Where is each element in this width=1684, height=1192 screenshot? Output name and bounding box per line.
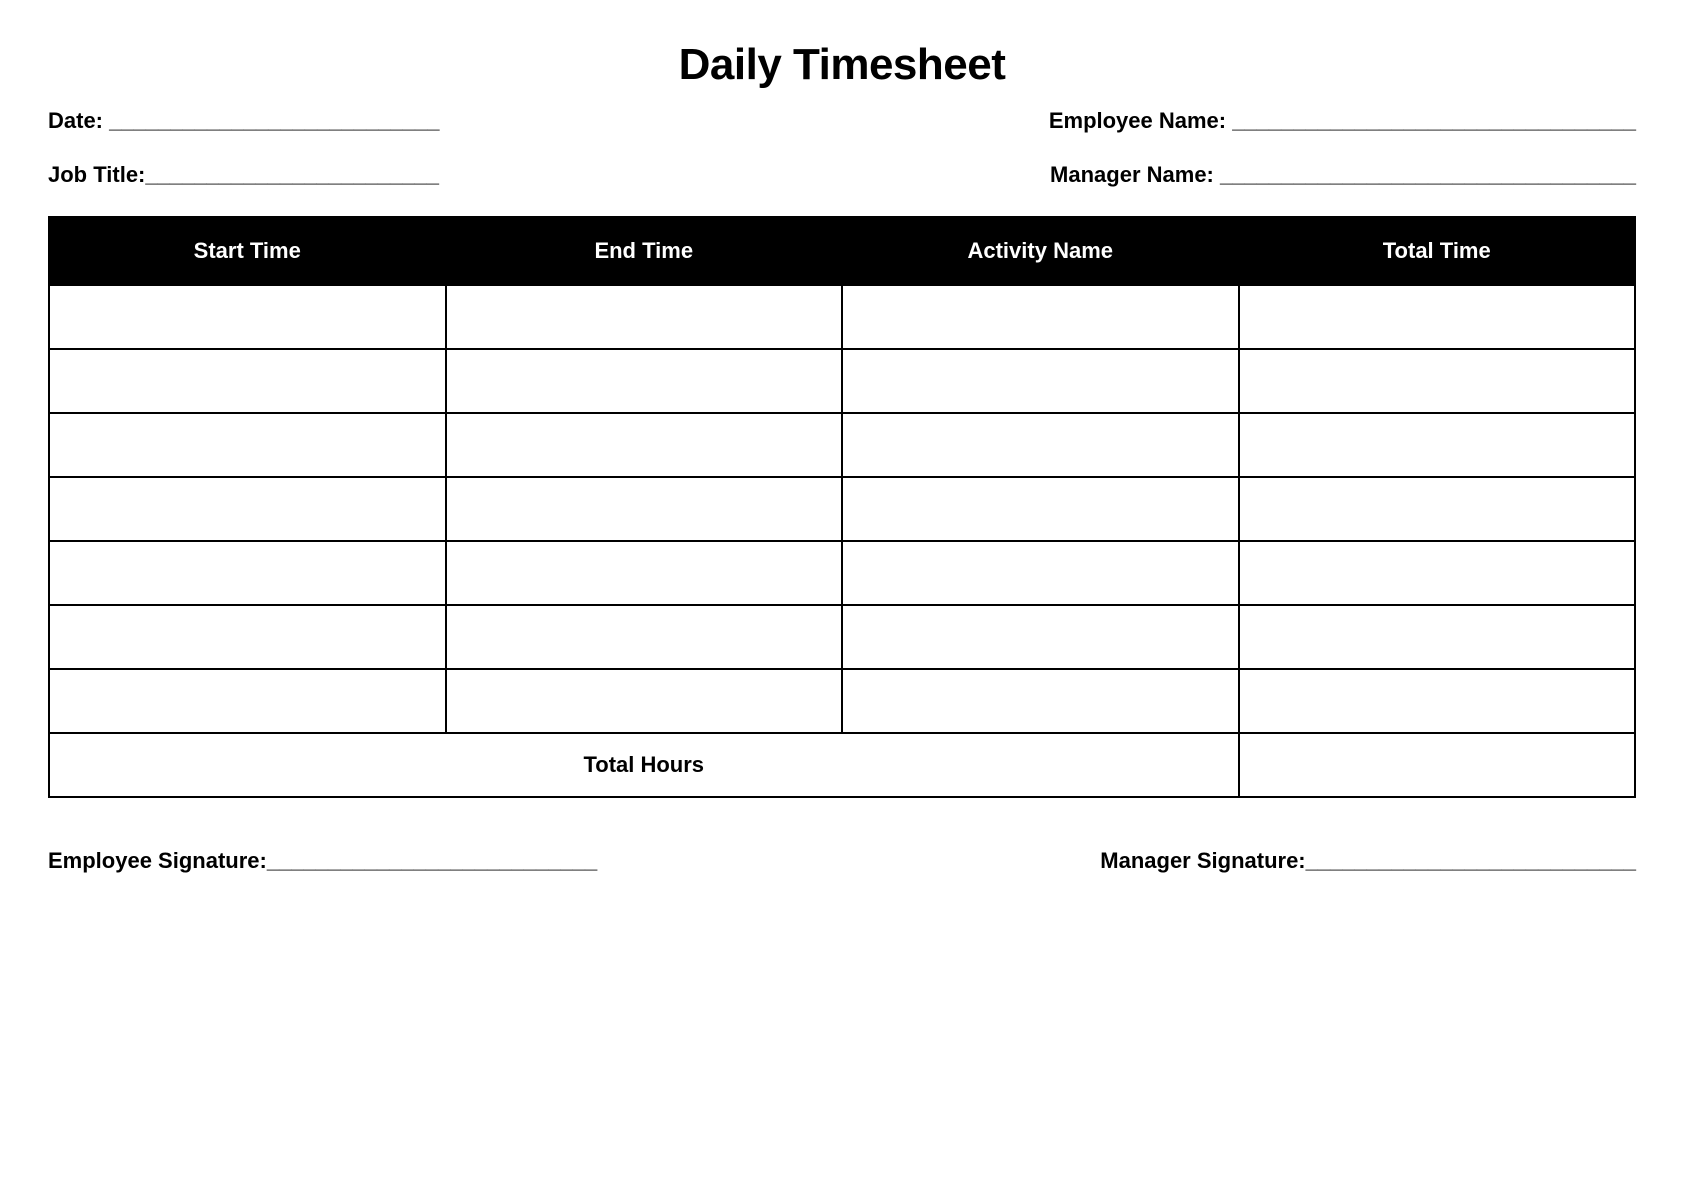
cell-activity-name[interactable]	[842, 285, 1239, 349]
cell-total-time[interactable]	[1239, 477, 1636, 541]
cell-total-time[interactable]	[1239, 541, 1636, 605]
cell-total-time[interactable]	[1239, 669, 1636, 733]
total-hours-value[interactable]	[1239, 733, 1636, 797]
header-row-1: Date: ___________________________ Employ…	[48, 108, 1636, 134]
header-activity-name: Activity Name	[842, 217, 1239, 285]
cell-end-time[interactable]	[446, 285, 843, 349]
manager-signature-field[interactable]: Manager Signature:______________________…	[1100, 848, 1636, 874]
cell-activity-name[interactable]	[842, 349, 1239, 413]
header-end-time: End Time	[446, 217, 843, 285]
table-row	[49, 349, 1635, 413]
cell-start-time[interactable]	[49, 669, 446, 733]
table-row	[49, 541, 1635, 605]
cell-end-time[interactable]	[446, 669, 843, 733]
table-row	[49, 477, 1635, 541]
total-hours-label: Total Hours	[49, 733, 1239, 797]
cell-activity-name[interactable]	[842, 541, 1239, 605]
document-title: Daily Timesheet	[48, 40, 1636, 90]
cell-end-time[interactable]	[446, 605, 843, 669]
table-row	[49, 669, 1635, 733]
table-row	[49, 285, 1635, 349]
employee-signature-field[interactable]: Employee Signature:_____________________…	[48, 848, 597, 874]
table-row	[49, 413, 1635, 477]
employee-name-field[interactable]: Employee Name: _________________________…	[1049, 108, 1636, 134]
cell-end-time[interactable]	[446, 349, 843, 413]
header-start-time: Start Time	[49, 217, 446, 285]
cell-start-time[interactable]	[49, 605, 446, 669]
cell-total-time[interactable]	[1239, 413, 1636, 477]
cell-activity-name[interactable]	[842, 605, 1239, 669]
cell-end-time[interactable]	[446, 413, 843, 477]
cell-start-time[interactable]	[49, 285, 446, 349]
cell-activity-name[interactable]	[842, 413, 1239, 477]
cell-start-time[interactable]	[49, 413, 446, 477]
cell-start-time[interactable]	[49, 349, 446, 413]
timesheet-table: Start Time End Time Activity Name Total …	[48, 216, 1636, 798]
header-row-2: Job Title:________________________ Manag…	[48, 162, 1636, 188]
cell-total-time[interactable]	[1239, 349, 1636, 413]
cell-start-time[interactable]	[49, 541, 446, 605]
cell-activity-name[interactable]	[842, 669, 1239, 733]
signatures-row: Employee Signature:_____________________…	[48, 848, 1636, 874]
date-field[interactable]: Date: ___________________________	[48, 108, 439, 134]
cell-start-time[interactable]	[49, 477, 446, 541]
manager-name-field[interactable]: Manager Name: __________________________…	[1050, 162, 1636, 188]
header-total-time: Total Time	[1239, 217, 1636, 285]
cell-end-time[interactable]	[446, 477, 843, 541]
table-row	[49, 605, 1635, 669]
table-header-row: Start Time End Time Activity Name Total …	[49, 217, 1635, 285]
cell-total-time[interactable]	[1239, 605, 1636, 669]
job-title-field[interactable]: Job Title:________________________	[48, 162, 439, 188]
cell-total-time[interactable]	[1239, 285, 1636, 349]
total-hours-row: Total Hours	[49, 733, 1635, 797]
cell-end-time[interactable]	[446, 541, 843, 605]
cell-activity-name[interactable]	[842, 477, 1239, 541]
